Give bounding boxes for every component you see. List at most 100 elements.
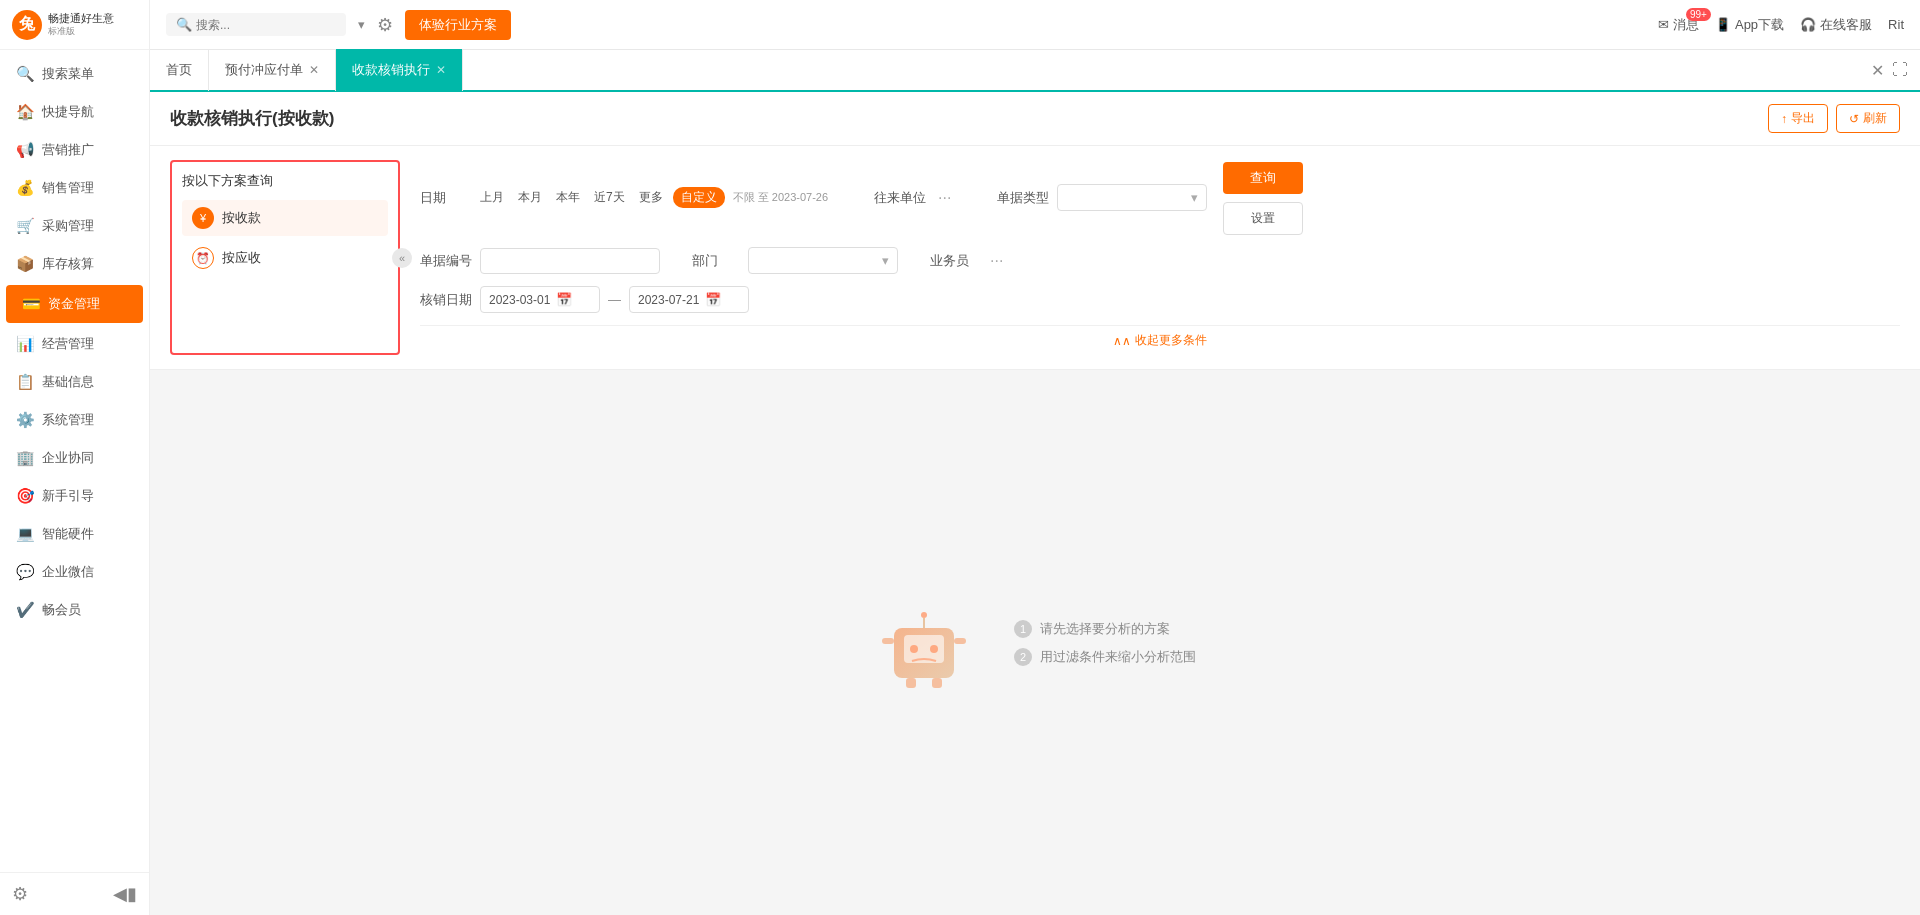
sidebar-item-enterprise[interactable]: 🏢 企业协同 [0,439,149,477]
date-this-month[interactable]: 本月 [514,187,546,208]
sidebar-item-basic[interactable]: 📋 基础信息 [0,363,149,401]
sales-filter: 业务员 ··· [930,252,1003,270]
date-more[interactable]: 更多 [635,187,667,208]
date-filter: 日期 上月 本月 本年 近7天 更多 自定义 不限 至 2023-07-26 [420,187,828,208]
calendar-icon: 📅 [556,292,572,307]
empty-state: 1 请先选择要分析的方案 2 用过滤条件来缩小分析范围 [874,593,1196,693]
date-custom[interactable]: 自定义 [673,187,725,208]
app-download-button[interactable]: 📱 App下载 [1715,16,1784,34]
tab-close-icon[interactable]: ✕ [309,49,319,91]
sidebar-item-wechat[interactable]: 💬 企业微信 [0,553,149,591]
tab-close-icon[interactable]: ✕ [436,49,446,91]
filter-row-1: 日期 上月 本月 本年 近7天 更多 自定义 不限 至 2023-07-26 往… [420,160,1900,235]
message-button[interactable]: ✉ 消息 99+ [1658,16,1699,34]
dept-select[interactable]: ▾ [748,247,898,274]
sidebar-item-nav[interactable]: 🏠 快捷导航 [0,93,149,131]
enterprise-icon: 🏢 [16,449,34,467]
sidebar-item-finance[interactable]: 💳 资金管理 [6,285,143,323]
empty-illustration [874,593,974,693]
sidebar-item-label: 经营管理 [42,335,94,353]
sidebar: 兔 畅捷通好生意 标准版 🔍 搜索菜单 🏠 快捷导航 📢 营销推广 💰 销售管理… [0,0,150,915]
filter-option-by-receivable[interactable]: ⏰ 按应收 [182,240,388,276]
user-account[interactable]: Rit [1888,17,1904,32]
tab-prepay[interactable]: 预付冲应付单 ✕ [209,49,336,91]
query-button[interactable]: 查询 [1223,162,1303,194]
dropdown-chevron-icon: ▾ [1191,190,1198,205]
settings-icon[interactable]: ⚙ [12,883,28,905]
management-icon: 📊 [16,335,34,353]
vendor-dots: ··· [938,189,951,207]
sidebar-item-system[interactable]: ⚙️ 系统管理 [0,401,149,439]
sidebar-item-sales[interactable]: 💰 销售管理 [0,169,149,207]
filter-action-buttons: 查询 设置 [1223,160,1303,235]
search-nav-icon: 🔍 [16,65,34,83]
page-title: 收款核销执行(按收款) [170,107,334,130]
verify-date-filter: 核销日期 2023-03-01 📅 — 2023-07-21 📅 [420,286,749,313]
verify-end-date[interactable]: 2023-07-21 📅 [629,286,749,313]
calendar-icon: 📅 [705,292,721,307]
date-separator: — [608,292,621,307]
date-range-display: 不限 至 2023-07-26 [733,190,828,205]
header-search-box[interactable]: 🔍 [166,13,346,36]
sidebar-bottom: ⚙ ◀▮ [0,872,149,915]
tip-text-1: 请先选择要分析的方案 [1040,620,1170,638]
member-icon: ✔️ [16,601,34,619]
finance-icon: 💳 [22,295,40,313]
expand-tab-icon[interactable]: ⛶ [1892,61,1908,79]
sidebar-item-marketing[interactable]: 📢 营销推广 [0,131,149,169]
tip-number-2: 2 [1014,648,1032,666]
sidebar-item-purchase[interactable]: 🛒 采购管理 [0,207,149,245]
sidebar-item-inventory[interactable]: 📦 库存核算 [0,245,149,283]
verify-date-label: 核销日期 [420,291,472,309]
service-label: 在线客服 [1820,16,1872,34]
tab-label: 收款核销执行 [352,49,430,91]
dropdown-icon[interactable]: ▾ [358,17,365,32]
tab-bar: 首页 预付冲应付单 ✕ 收款核销执行 ✕ ✕ ⛶ [150,50,1920,92]
sidebar-item-label: 资金管理 [48,295,100,313]
sidebar-item-hardware[interactable]: 💻 智能硬件 [0,515,149,553]
collapse-filter-button[interactable]: « [392,248,412,268]
solution-button[interactable]: 体验行业方案 [405,10,511,40]
sales-dots: ··· [990,252,1003,270]
page-header: 收款核销执行(按收款) ↑ 导出 ↺ 刷新 [150,92,1920,146]
doc-no-input[interactable] [480,248,660,274]
gear-icon[interactable]: ⚙ [377,14,393,36]
collapse-more-button[interactable]: ∧∧ 收起更多条件 [420,325,1900,355]
vendor-filter: 往来单位 ··· [874,189,951,207]
user-label: Rit [1888,17,1904,32]
sidebar-item-management[interactable]: 📊 经营管理 [0,325,149,363]
sidebar-item-label: 基础信息 [42,373,94,391]
sidebar-item-member[interactable]: ✔️ 畅会员 [0,591,149,629]
main-area: 🔍 ▾ ⚙ 体验行业方案 ✉ 消息 99+ 📱 App下载 🎧 在线客服 Rit [150,0,1920,915]
sidebar-item-label: 畅会员 [42,601,81,619]
refresh-button[interactable]: ↺ 刷新 [1836,104,1900,133]
tab-controls: ✕ ⛶ [1871,61,1920,80]
sales-label: 业务员 [930,252,978,270]
sidebar-item-search[interactable]: 🔍 搜索菜单 [0,55,149,93]
dept-label: 部门 [692,252,740,270]
date-shortcuts: 上月 本月 本年 近7天 更多 自定义 [476,187,725,208]
verify-start-date[interactable]: 2023-03-01 📅 [480,286,600,313]
close-tab-icon[interactable]: ✕ [1871,61,1884,80]
collapse-sidebar-icon[interactable]: ◀▮ [113,883,137,905]
settings-button[interactable]: 设置 [1223,202,1303,235]
tab-verify[interactable]: 收款核销执行 ✕ [336,49,463,91]
dropdown-chevron-icon: ▾ [882,253,889,268]
sidebar-item-label: 系统管理 [42,411,94,429]
date-last-month[interactable]: 上月 [476,187,508,208]
search-input[interactable] [196,18,326,32]
date-7days[interactable]: 近7天 [590,187,629,208]
empty-tip-1: 1 请先选择要分析的方案 [1014,620,1196,638]
wechat-icon: 💬 [16,563,34,581]
online-service-button[interactable]: 🎧 在线客服 [1800,16,1872,34]
export-button[interactable]: ↑ 导出 [1768,104,1828,133]
svg-point-3 [930,645,938,653]
service-icon: 🎧 [1800,17,1816,32]
tab-home[interactable]: 首页 [150,49,209,91]
doc-type-select[interactable]: ▾ [1057,184,1207,211]
sidebar-item-guide[interactable]: 🎯 新手引导 [0,477,149,515]
date-this-year[interactable]: 本年 [552,187,584,208]
receipt-icon: ¥ [192,207,214,229]
sidebar-item-label: 采购管理 [42,217,94,235]
filter-option-by-receipt[interactable]: ¥ 按收款 [182,200,388,236]
